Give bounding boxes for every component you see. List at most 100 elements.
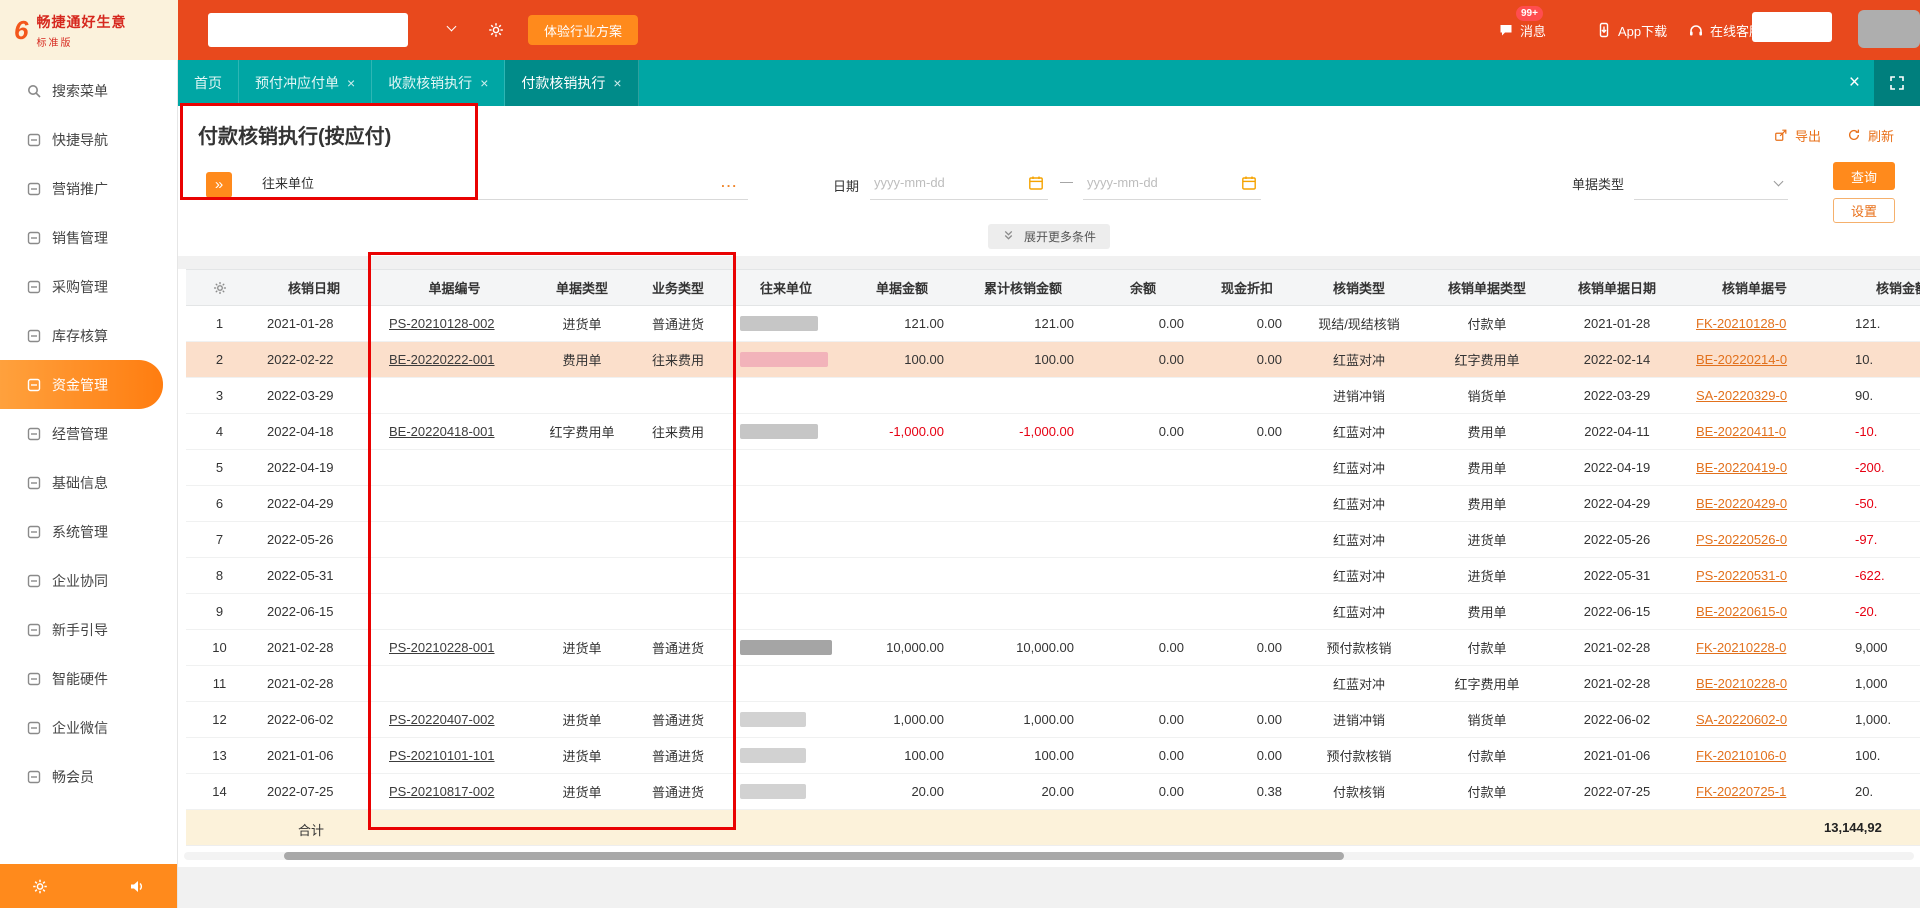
table-row[interactable]: 2 2022-02-22 BE-20220222-001 费用单 往来费用 100.00 1… (186, 342, 1920, 378)
table-row[interactable]: 10 2021-02-28 PS-20210228-001 进货单 普通进货 10,000… (186, 630, 1920, 666)
writeoff-doc-no-link[interactable]: FK-20210128-0 (1696, 316, 1786, 331)
partner-picker-ellipsis-icon[interactable]: ... (721, 175, 738, 190)
column-header-现金折扣[interactable]: 现金折扣 (1198, 270, 1296, 305)
doc-no-link[interactable]: PS-20210817-002 (389, 784, 495, 799)
writeoff-doc-no-link[interactable]: PS-20220531-0 (1696, 568, 1787, 583)
gear-icon[interactable] (488, 21, 504, 37)
writeoff-doc-no-link[interactable]: SA-20220602-0 (1696, 712, 1787, 727)
horizontal-scrollbar-track[interactable] (184, 852, 1914, 860)
table-row[interactable]: 7 2022-05-26 红蓝对冲 进货单 2022-05-26 PS-20220526-… (186, 522, 1920, 558)
sidebar-item-企业微信[interactable]: 企业微信 (0, 703, 177, 752)
export-button[interactable]: 导出 (1774, 126, 1821, 145)
column-header-核销类型[interactable]: 核销类型 (1296, 270, 1422, 305)
table-row[interactable]: 14 2022-07-25 PS-20210817-002 进货单 普通进货 20.00 2… (186, 774, 1920, 810)
writeoff-doc-no-link[interactable]: FK-20220725-1 (1696, 784, 1786, 799)
tab-1[interactable]: 预付冲应付单 × (239, 60, 373, 106)
doc-no-link[interactable]: PS-20220407-002 (389, 712, 495, 727)
online-service-button[interactable]: 在线客服 (1688, 0, 1762, 60)
volume-icon[interactable] (129, 878, 145, 894)
date-to-input[interactable] (1087, 175, 1217, 190)
calendar-icon[interactable] (1028, 175, 1044, 191)
writeoff-doc-no-link[interactable]: SA-20220329-0 (1696, 388, 1787, 403)
column-header-单据编号[interactable]: 单据编号 (375, 270, 534, 305)
table-row[interactable]: 5 2022-04-19 红蓝对冲 费用单 2022-04-19 BE-20220419-… (186, 450, 1920, 486)
tab-3[interactable]: 付款核销执行 × (505, 60, 639, 106)
partner-filter-field[interactable]: 往来单位 ... (248, 166, 748, 200)
table-row[interactable]: 9 2022-06-15 红蓝对冲 费用单 2022-06-15 BE-20220615-… (186, 594, 1920, 630)
sidebar-item-销售管理[interactable]: 销售管理 (0, 213, 177, 262)
tab-close-icon[interactable]: × (480, 75, 488, 91)
column-header-核销单据类型[interactable]: 核销单据类型 (1422, 270, 1552, 305)
writeoff-doc-no-link[interactable]: BE-20220615-0 (1696, 604, 1787, 619)
tab-close-icon[interactable]: × (347, 75, 355, 91)
column-header-单据类型[interactable]: 单据类型 (534, 270, 630, 305)
column-header-单据金额[interactable]: 单据金额 (846, 270, 958, 305)
table-row[interactable]: 6 2022-04-29 红蓝对冲 费用单 2022-04-29 BE-20220429-… (186, 486, 1920, 522)
settings-button[interactable]: 设置 (1833, 198, 1895, 223)
sidebar-item-系统管理[interactable]: 系统管理 (0, 507, 177, 556)
column-header-核销单据日期[interactable]: 核销单据日期 (1552, 270, 1682, 305)
doc-no-link[interactable]: PS-20210228-001 (389, 640, 495, 655)
expand-more-conditions-button[interactable]: 展开更多条件 (987, 224, 1111, 249)
sidebar-item-新手引导[interactable]: 新手引导 (0, 605, 177, 654)
tab-2[interactable]: 收款核销执行 × (372, 60, 506, 106)
refresh-button[interactable]: 刷新 (1847, 126, 1894, 145)
table-row[interactable]: 11 2021-02-28 红蓝对冲 红字费用单 2021-02-28 BE-202102… (186, 666, 1920, 702)
doc-no-link[interactable]: PS-20210128-002 (389, 316, 495, 331)
doc-no-link[interactable]: PS-20210101-101 (389, 748, 495, 763)
column-header-余额[interactable]: 余额 (1088, 270, 1198, 305)
calendar-icon[interactable] (1241, 175, 1257, 191)
table-row[interactable]: 4 2022-04-18 BE-20220418-001 红字费用单 往来费用 -1,00… (186, 414, 1920, 450)
company-select-redacted[interactable] (208, 13, 408, 47)
sidebar-item-快捷导航[interactable]: 快捷导航 (0, 115, 177, 164)
sidebar-item-经营管理[interactable]: 经营管理 (0, 409, 177, 458)
date-to-field[interactable] (1083, 166, 1261, 200)
tab-close-icon[interactable]: × (613, 75, 621, 91)
date-from-field[interactable] (870, 166, 1048, 200)
column-header-核销日期[interactable]: 核销日期 (253, 270, 375, 305)
writeoff-doc-no-link[interactable]: FK-20210228-0 (1696, 640, 1786, 655)
sidebar-item-采购管理[interactable]: 采购管理 (0, 262, 177, 311)
chevron-down-icon[interactable] (446, 21, 457, 32)
sidebar-item-资金管理[interactable]: 资金管理 (0, 360, 163, 409)
sidebar-item-畅会员[interactable]: 畅会员 (0, 752, 177, 801)
settings-gear-icon[interactable] (32, 878, 48, 894)
doc-no-link[interactable]: BE-20220222-001 (389, 352, 495, 367)
sidebar-item-基础信息[interactable]: 基础信息 (0, 458, 177, 507)
writeoff-doc-no-link[interactable]: FK-20210106-0 (1696, 748, 1786, 763)
horizontal-scrollbar-thumb[interactable] (284, 852, 1344, 860)
sidebar-item-营销推广[interactable]: 营销推广 (0, 164, 177, 213)
doc-no-link[interactable]: BE-20220418-001 (389, 424, 495, 439)
collapse-filter-button[interactable]: » (206, 172, 232, 198)
doc-type-filter-field[interactable]: 单据类型 (1572, 166, 1788, 200)
writeoff-doc-no-link[interactable]: BE-20220419-0 (1696, 460, 1787, 475)
doc-type-dropdown[interactable] (1634, 166, 1788, 200)
writeoff-doc-no-link[interactable]: BE-20220429-0 (1696, 496, 1787, 511)
trial-industry-button[interactable]: 体验行业方案 (528, 15, 639, 45)
sidebar-item-企业协同[interactable]: 企业协同 (0, 556, 177, 605)
date-from-input[interactable] (874, 175, 1004, 190)
writeoff-doc-no-link[interactable]: BE-20220214-0 (1696, 352, 1787, 367)
tab-0[interactable]: 首页 (178, 60, 239, 106)
column-header-往来单位[interactable]: 往来单位 (726, 270, 846, 305)
table-row[interactable]: 12 2022-06-02 PS-20220407-002 进货单 普通进货 1,000.… (186, 702, 1920, 738)
close-icon[interactable]: × (1835, 72, 1874, 94)
writeoff-doc-no-link[interactable]: BE-20220411-0 (1696, 424, 1786, 439)
search-button[interactable]: 查询 (1833, 162, 1895, 190)
table-row[interactable]: 3 2022-03-29 进销冲销 销货单 2022-03-29 SA-20220329-… (186, 378, 1920, 414)
column-header-核销金额[interactable]: 核销金额 (1827, 270, 1920, 305)
writeoff-doc-no-link[interactable]: BE-20210228-0 (1696, 676, 1787, 691)
table-row[interactable]: 8 2022-05-31 红蓝对冲 进货单 2022-05-31 PS-20220531-… (186, 558, 1920, 594)
column-header-累计核销金额[interactable]: 累计核销金额 (958, 270, 1088, 305)
sidebar-item-库存核算[interactable]: 库存核算 (0, 311, 177, 360)
sidebar-item-智能硬件[interactable]: 智能硬件 (0, 654, 177, 703)
column-settings-gear-icon[interactable] (186, 270, 253, 305)
table-row[interactable]: 1 2021-01-28 PS-20210128-002 进货单 普通进货 121.00 1… (186, 306, 1920, 342)
column-header-业务类型[interactable]: 业务类型 (630, 270, 726, 305)
fullscreen-expand-icon[interactable] (1874, 60, 1920, 106)
sidebar-item-搜索菜单[interactable]: 搜索菜单 (0, 66, 177, 115)
app-download-button[interactable]: App下载 (1596, 0, 1667, 60)
column-header-核销单据号[interactable]: 核销单据号 (1682, 270, 1827, 305)
table-row[interactable]: 13 2021-01-06 PS-20210101-101 进货单 普通进货 100.00… (186, 738, 1920, 774)
writeoff-doc-no-link[interactable]: PS-20220526-0 (1696, 532, 1787, 547)
